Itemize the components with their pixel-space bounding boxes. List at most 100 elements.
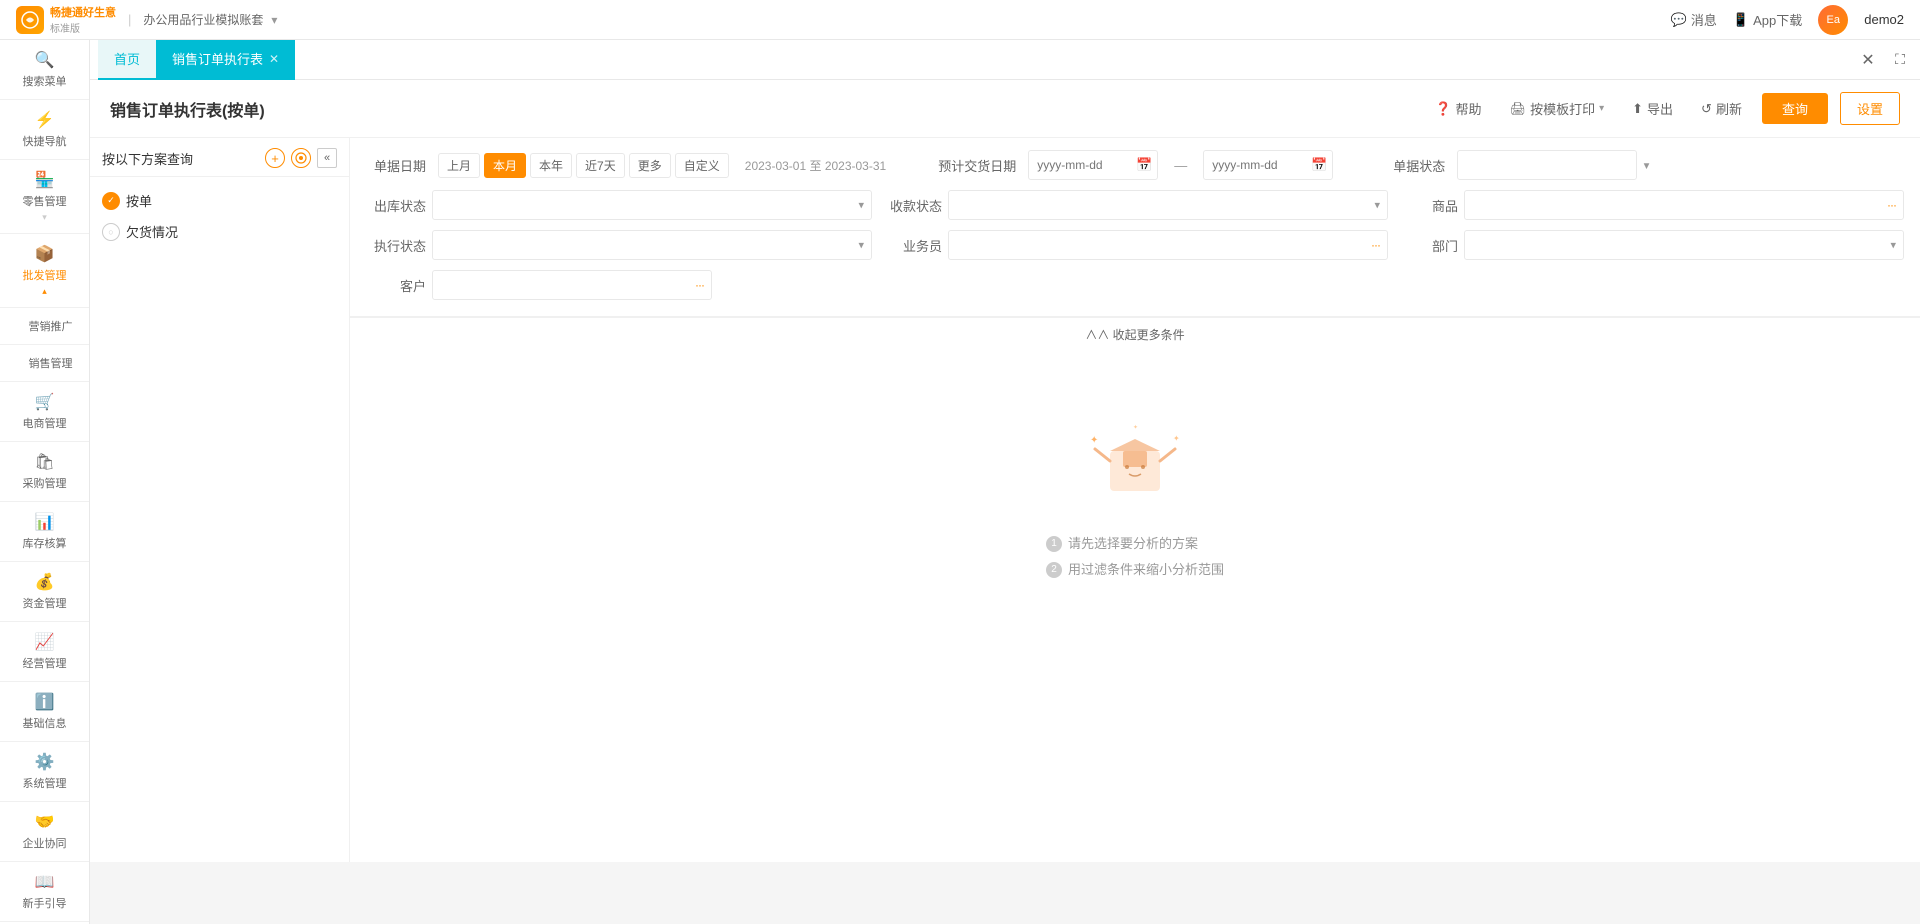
product-input[interactable] (1464, 190, 1904, 220)
main-layout: 🔍 搜索菜单 ⚡ 快捷导航 🏪 零售管理 ▾ 📦 批发管理 ▴ 营销推广 销售管… (0, 40, 1920, 924)
expected-date-to-input[interactable] (1203, 150, 1333, 180)
date-btn-last-month[interactable]: 上月 (438, 153, 480, 178)
exec-status-label: 执行状态 (366, 236, 426, 255)
date-btn-custom[interactable]: 自定义 (675, 153, 729, 178)
chevron-up-icon: ▴ (42, 286, 47, 297)
date-separator: — (1170, 158, 1191, 173)
add-scheme-btn[interactable]: + (265, 148, 285, 168)
salesperson-label: 业务员 (882, 236, 942, 255)
query-btn[interactable]: 查询 (1762, 93, 1828, 124)
exec-status-wrap: ▾ (432, 230, 872, 260)
sidebar-item-marketing[interactable]: 营销推广 (0, 308, 89, 345)
empty-state: ✦ ✦ ✦ 1 请先选择要分析的方案 2 (350, 351, 1920, 643)
filter-row-4: 客户 ··· (366, 270, 1904, 300)
sidebar-item-system[interactable]: ⚙️ 系统管理 (0, 742, 89, 802)
sidebar-item-purchase[interactable]: 🛍 采购管理 (0, 442, 89, 502)
warehouse-status-wrap: ▾ (432, 190, 872, 220)
filter-content-layout: 按以下方案查询 + « ✓ 按单 (90, 138, 1920, 862)
logo-icon (16, 6, 44, 34)
export-btn[interactable]: ⬆ 导出 (1624, 95, 1681, 122)
tab-sales-exec[interactable]: 销售订单执行表 ✕ (156, 40, 295, 80)
department-wrap: ▾ (1464, 230, 1904, 260)
sidebar-item-enterprise[interactable]: 🤝 企业协同 (0, 802, 89, 862)
sidebar-item-finance[interactable]: 💰 资金管理 (0, 562, 89, 622)
tab-controls: ✕ ⛶ (1856, 48, 1912, 72)
logo-text: 畅捷通好生意 标准版 (50, 4, 116, 35)
payment-status-select[interactable] (948, 190, 1388, 220)
date-btn-this-month[interactable]: 本月 (484, 153, 526, 178)
help-btn[interactable]: ❓ 帮助 (1427, 95, 1489, 122)
scheme-item-by-debt[interactable]: ○ 欠货情况 (90, 216, 349, 247)
user-name[interactable]: demo2 (1864, 12, 1904, 27)
sidebar-item-sales[interactable]: 销售管理 (0, 345, 89, 382)
sidebar-item-ecommerce[interactable]: 🛒 电商管理 (0, 382, 89, 442)
warehouse-status-select[interactable] (432, 190, 872, 220)
tab-home[interactable]: 首页 (98, 40, 156, 80)
sidebar-item-operations[interactable]: 📈 经营管理 (0, 622, 89, 682)
breadcrumb-dropdown[interactable]: ▾ (271, 13, 277, 27)
top-header: 畅捷通好生意 标准版 | 办公用品行业模拟账套 ▾ 💬 消息 📱 App下载 E… (0, 0, 1920, 40)
exec-status-select[interactable] (432, 230, 872, 260)
tab-close-window-btn[interactable]: ✕ (1856, 48, 1880, 72)
refresh-btn[interactable]: ↺ 刷新 (1693, 95, 1750, 122)
collapse-bar[interactable]: ∧∧ 收起更多条件 (350, 317, 1920, 351)
department-select[interactable] (1464, 230, 1904, 260)
search-icon: 🔍 (35, 50, 55, 70)
help-icon: ❓ (1435, 101, 1451, 117)
expected-date-from-wrap: 📅 (1028, 150, 1158, 180)
date-btn-more[interactable]: 更多 (629, 153, 671, 178)
message-btn[interactable]: 💬 消息 (1671, 10, 1717, 29)
empty-tips: 1 请先选择要分析的方案 2 用过滤条件来缩小分析范围 (1046, 531, 1224, 583)
filter-row-2: 出库状态 ▾ 收款状态 (366, 190, 1904, 220)
print-btn[interactable]: 🖨 按模板打印 ▾ (1502, 95, 1613, 122)
download-icon: 📱 (1733, 12, 1749, 28)
enterprise-icon: 🤝 (35, 812, 55, 832)
guide-icon: 📖 (35, 872, 55, 892)
settings-btn[interactable]: 设置 (1840, 92, 1900, 125)
date-btn-7days[interactable]: 近7天 (576, 153, 625, 178)
scheme-icon-filled: ✓ (102, 192, 120, 210)
salesperson-cell: 业务员 ··· (882, 230, 1388, 260)
svg-text:✦: ✦ (1090, 435, 1098, 446)
customer-input-wrap: ··· (432, 270, 712, 300)
page-title: 销售订单执行表(按单) (110, 97, 265, 121)
print-icon: 🖨 (1510, 101, 1527, 117)
salesperson-input[interactable] (948, 230, 1388, 260)
filter-row-1: 单据日期 上月 本月 本年 近7天 更多 自定义 2023-03-01 至 20… (366, 150, 1904, 180)
avatar[interactable]: Ea (1818, 5, 1848, 35)
sidebar-item-search-menu[interactable]: 🔍 搜索菜单 (0, 40, 89, 100)
sidebar-item-retail[interactable]: 🏪 零售管理 ▾ (0, 160, 89, 234)
ecommerce-icon: 🛒 (35, 392, 55, 412)
copy-scheme-btn[interactable] (291, 148, 311, 168)
left-panel: 按以下方案查询 + « ✓ 按单 (90, 138, 350, 862)
order-status-dropdown-icon: ▾ (1644, 159, 1650, 172)
date-label: 单据日期 (366, 156, 426, 175)
customer-input[interactable] (432, 270, 712, 300)
page-actions: ❓ 帮助 🖨 按模板打印 ▾ ⬆ 导出 ↺ (1427, 92, 1900, 125)
print-dropdown-icon: ▾ (1599, 103, 1604, 114)
date-btn-this-year[interactable]: 本年 (530, 153, 572, 178)
tip-num-1: 1 (1046, 536, 1062, 552)
header-right: 💬 消息 📱 App下载 Ea demo2 (1671, 5, 1904, 35)
expected-date-from-input[interactable] (1028, 150, 1158, 180)
tip-num-2: 2 (1046, 562, 1062, 578)
svg-text:✦: ✦ (1133, 424, 1138, 431)
product-cell: 商品 ··· (1398, 190, 1904, 220)
order-status-select-wrap: ▾ (1457, 150, 1657, 180)
warehouse-status-label: 出库状态 (366, 196, 426, 215)
sidebar-item-guide[interactable]: 📖 新手引导 (0, 862, 89, 922)
sidebar-item-inventory[interactable]: 📊 库存核算 (0, 502, 89, 562)
tab-close-btn[interactable]: ✕ (269, 52, 279, 66)
salesperson-input-wrap: ··· (948, 230, 1388, 260)
scheme-item-by-order[interactable]: ✓ 按单 (90, 185, 349, 216)
order-status-select[interactable] (1457, 150, 1637, 180)
collapse-panel-btn[interactable]: « (317, 148, 337, 168)
tab-expand-btn[interactable]: ⛶ (1888, 48, 1912, 72)
sidebar-item-basic-info[interactable]: ℹ️ 基础信息 (0, 682, 89, 742)
app-download-btn[interactable]: 📱 App下载 (1733, 10, 1802, 29)
payment-status-cell: 收款状态 ▾ (882, 190, 1388, 220)
sidebar-item-wholesale[interactable]: 📦 批发管理 ▴ (0, 234, 89, 308)
filter-row-3: 执行状态 ▾ 业务员 (366, 230, 1904, 260)
sidebar-item-quick-nav[interactable]: ⚡ 快捷导航 (0, 100, 89, 160)
logo-area: 畅捷通好生意 标准版 (16, 4, 116, 35)
